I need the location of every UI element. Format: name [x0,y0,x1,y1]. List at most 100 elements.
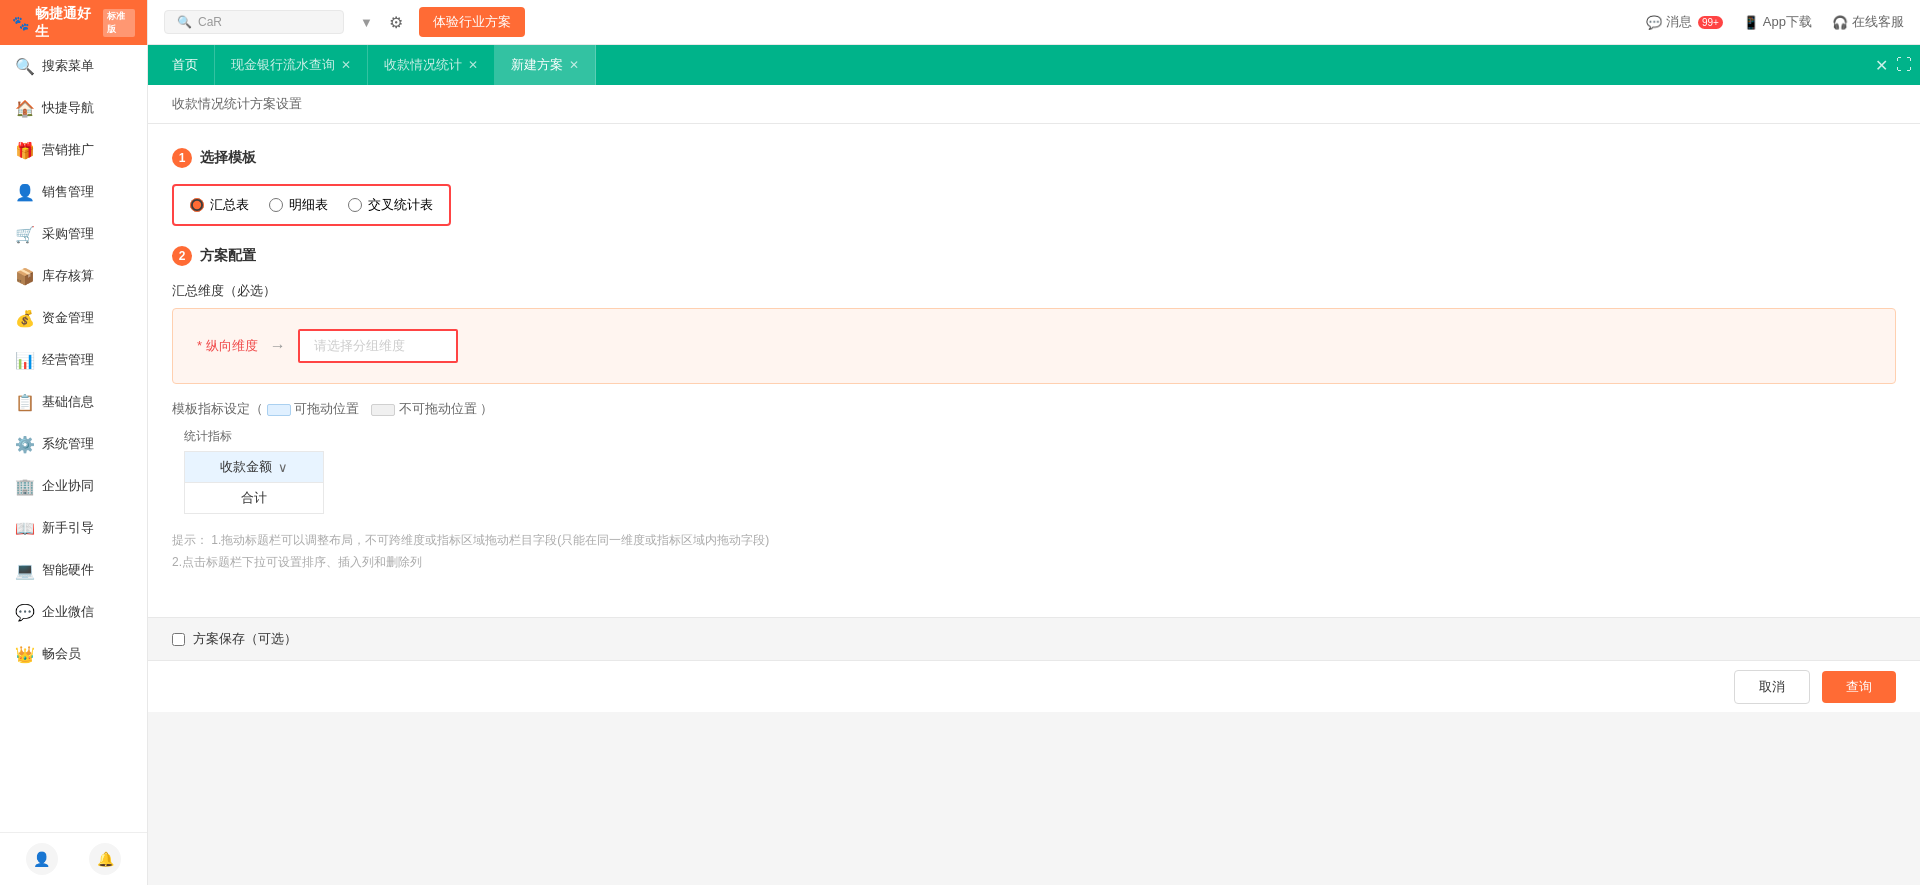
person-icon: 👤 [16,183,34,201]
topbar-gear-icon[interactable]: ⚙ [389,13,403,32]
search-icon: 🔍 [16,57,34,75]
sidebar-item-marketing[interactable]: 🎁 营销推广 [0,129,147,171]
sidebar-item-finance[interactable]: 💰 资金管理 [0,297,147,339]
metrics-table: 收款金额 ∨ 合计 [184,451,324,514]
sidebar-bottom-icon-2[interactable]: 🔔 [89,843,121,875]
tab-bank-close-icon[interactable]: ✕ [341,58,351,72]
sidebar-item-label: 库存核算 [42,267,94,285]
fixed-label: 不可拖动位置 [399,401,477,416]
sidebar-item-enterprise[interactable]: 🏢 企业协同 [0,465,147,507]
sidebar-item-guide[interactable]: 📖 新手引导 [0,507,147,549]
query-button[interactable]: 查询 [1822,671,1896,703]
radio-cross-input[interactable] [348,198,362,212]
sidebar-item-label: 采购管理 [42,225,94,243]
metrics-dropdown-arrow[interactable]: ∨ [278,460,288,475]
sidebar-item-label: 基础信息 [42,393,94,411]
tabbar-expand-button[interactable]: ⛶ [1896,56,1912,74]
tab-home-label: 首页 [172,56,198,74]
sidebar-bottom: 👤 🔔 [0,832,147,885]
radio-detail[interactable]: 明细表 [269,196,328,214]
download-button[interactable]: 📱 App下载 [1743,13,1812,31]
tab-home[interactable]: 首页 [156,45,215,85]
message-badge: 99+ [1698,16,1723,29]
draggable-indicator [267,404,291,416]
topbar-search[interactable]: 🔍 CaR [164,10,344,34]
box-icon: 📦 [16,267,34,285]
service-button[interactable]: 🎧 在线客服 [1832,13,1904,31]
sidebar-item-label: 畅会员 [42,645,81,663]
clipboard-icon: 📋 [16,393,34,411]
radio-summary-input[interactable] [190,198,204,212]
tip-2-text: 2.点击标题栏下拉可设置排序、插入列和删除列 [172,552,422,574]
step2-header: 2 方案配置 [172,246,1896,266]
dimension-placeholder: 请选择分组维度 [314,338,405,353]
download-icon: 📱 [1743,15,1759,30]
save-checkbox[interactable] [172,633,185,646]
sidebar-item-quick-nav[interactable]: 🏠 快捷导航 [0,87,147,129]
tab-receipt-label: 收款情况统计 [384,56,462,74]
sidebar-item-operation[interactable]: 📊 经营管理 [0,339,147,381]
tabbar-right: ✕ ⛶ [1875,56,1912,75]
metrics-title-suffix: ） [480,401,493,416]
tip-line-1: 提示： 1.拖动标题栏可以调整布局，不可跨维度或指标区域拖动栏目字段(只能在同一… [172,530,1896,552]
sidebar: 🐾 畅捷通好生 标准版 🔍 搜索菜单 🏠 快捷导航 🎁 营销推广 👤 销售管理 … [0,0,148,885]
radio-detail-input[interactable] [269,198,283,212]
radio-detail-label: 明细表 [289,196,328,214]
sidebar-item-inventory[interactable]: 📦 库存核算 [0,255,147,297]
logo-icon: 🐾 [12,15,29,31]
trial-button[interactable]: 体验行业方案 [419,7,525,37]
sidebar-item-wechat[interactable]: 💬 企业微信 [0,591,147,633]
page-header: 收款情况统计方案设置 [148,85,1920,124]
topbar-dropdown-arrow[interactable]: ▼ [360,15,373,30]
sidebar-item-label: 经营管理 [42,351,94,369]
metrics-table-wrapper: 统计指标 收款金额 ∨ 合计 [172,428,1896,514]
radio-cross[interactable]: 交叉统计表 [348,196,433,214]
sidebar-bottom-icon-1[interactable]: 👤 [26,843,58,875]
dimension-subtitle: 汇总维度（必选） [172,282,1896,300]
sidebar-item-hardware[interactable]: 💻 智能硬件 [0,549,147,591]
sidebar-item-label: 营销推广 [42,141,94,159]
save-option-label[interactable]: 方案保存（可选） [193,630,297,648]
sidebar-item-label: 搜索菜单 [42,57,94,75]
crown-icon: 👑 [16,645,34,663]
metrics-header: 模板指标设定（ 可拖动位置 不可拖动位置 ） [172,400,1896,418]
sidebar-item-label: 新手引导 [42,519,94,537]
sidebar-item-label: 智能硬件 [42,561,94,579]
sidebar-item-purchase[interactable]: 🛒 采购管理 [0,213,147,255]
topbar-right: 💬 消息 99+ 📱 App下载 🎧 在线客服 [1646,13,1904,31]
tab-new-plan-label: 新建方案 [511,56,563,74]
sidebar-item-search[interactable]: 🔍 搜索菜单 [0,45,147,87]
service-label: 在线客服 [1852,13,1904,31]
dimension-input[interactable]: 请选择分组维度 [298,329,458,363]
tabbar-close-button[interactable]: ✕ [1875,56,1888,75]
cart-icon: 🛒 [16,225,34,243]
tab-new-plan[interactable]: 新建方案 ✕ [495,45,596,85]
arrow-icon: → [270,337,286,355]
content-area: 收款情况统计方案设置 1 选择模板 汇总表 [148,85,1920,885]
sidebar-logo: 🐾 畅捷通好生 标准版 [0,0,147,45]
metrics-column-name: 收款金额 [220,458,272,476]
radio-summary[interactable]: 汇总表 [190,196,249,214]
message-button[interactable]: 💬 消息 99+ [1646,13,1723,31]
main-area: 🔍 CaR ▼ ⚙ 体验行业方案 💬 消息 99+ 📱 App下载 🎧 在线客服… [148,0,1920,885]
cancel-button[interactable]: 取消 [1734,670,1810,704]
message-label: 消息 [1666,13,1692,31]
step1-header: 1 选择模板 [172,148,1896,168]
vertical-dimension-label: * 纵向维度 [197,337,258,355]
tabbar: 首页 现金银行流水查询 ✕ 收款情况统计 ✕ 新建方案 ✕ ✕ ⛶ [148,45,1920,85]
sidebar-item-basic[interactable]: 📋 基础信息 [0,381,147,423]
tab-receipt-stats[interactable]: 收款情况统计 ✕ [368,45,495,85]
chart-icon: 📊 [16,351,34,369]
radio-group: 汇总表 明细表 交叉统计表 [190,196,433,214]
topbar: 🔍 CaR ▼ ⚙ 体验行业方案 💬 消息 99+ 📱 App下载 🎧 在线客服 [148,0,1920,45]
chat-icon: 💬 [16,603,34,621]
draggable-label: 可拖动位置 [294,401,359,416]
service-icon: 🎧 [1832,15,1848,30]
sidebar-item-member[interactable]: 👑 畅会员 [0,633,147,675]
tab-receipt-close-icon[interactable]: ✕ [468,58,478,72]
tab-new-plan-close-icon[interactable]: ✕ [569,58,579,72]
sidebar-item-sales[interactable]: 👤 销售管理 [0,171,147,213]
tab-bank-query[interactable]: 现金银行流水查询 ✕ [215,45,368,85]
sidebar-item-system[interactable]: ⚙️ 系统管理 [0,423,147,465]
metrics-table-header: 收款金额 ∨ [185,452,323,483]
